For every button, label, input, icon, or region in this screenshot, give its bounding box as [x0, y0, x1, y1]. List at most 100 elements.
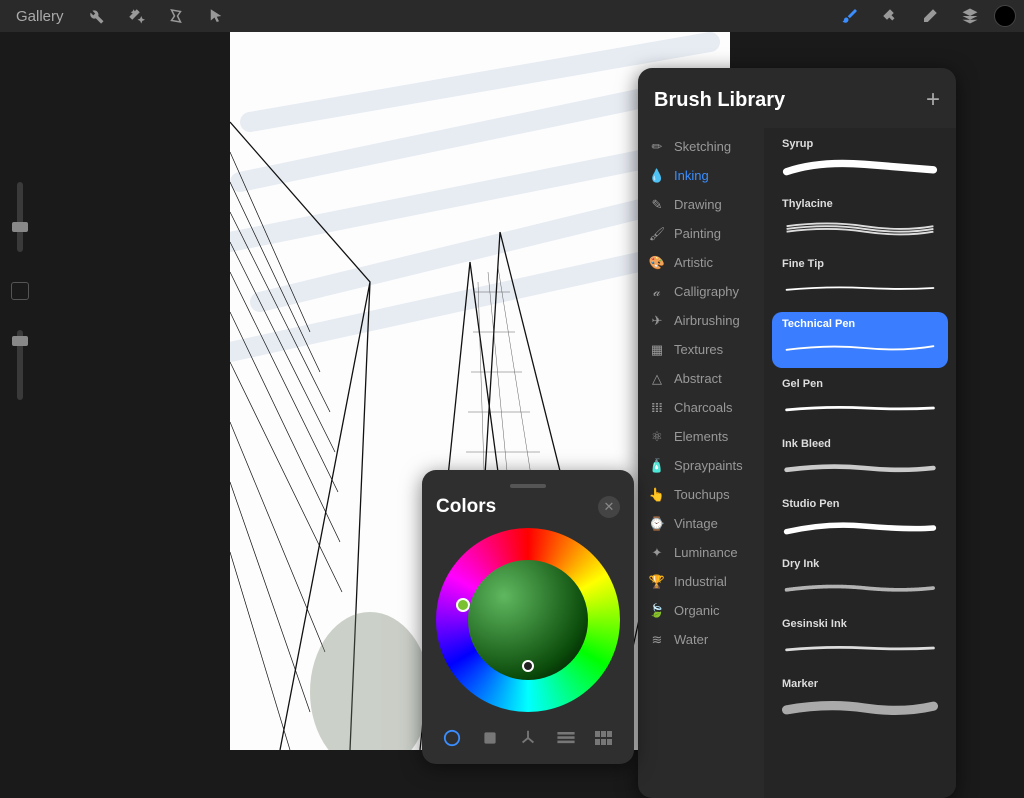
- opacity-slider[interactable]: [17, 330, 23, 400]
- brush-preview: [782, 692, 938, 724]
- brush-list: Syrup Thylacine Fine Tip Technical Pen Gel P…: [764, 128, 956, 798]
- brush-library-title: Brush Library: [654, 89, 785, 112]
- add-brush-icon[interactable]: +: [926, 86, 940, 114]
- brush-icon[interactable]: [834, 2, 866, 30]
- brush-preview: [782, 452, 938, 484]
- category-icon: 👆: [650, 488, 664, 502]
- category-icon: ✦: [650, 546, 664, 560]
- category-item-industrial[interactable]: 🏆Industrial: [638, 567, 764, 596]
- category-item-drawing[interactable]: ✎ Drawing: [638, 190, 764, 219]
- brush-item-fine-tip[interactable]: Fine Tip: [772, 252, 948, 308]
- brush-item-dry-ink[interactable]: Dry Ink: [772, 552, 948, 608]
- category-icon: △: [650, 372, 664, 386]
- brush-preview: [782, 632, 938, 664]
- category-icon: 𝒶: [650, 285, 664, 299]
- palettes-mode-icon[interactable]: [592, 726, 616, 750]
- category-icon: 🏆: [650, 575, 664, 589]
- category-item-elements[interactable]: ⚛Elements: [638, 422, 764, 451]
- color-wheel[interactable]: [436, 528, 620, 712]
- category-item-spraypaints[interactable]: 🧴 Spraypaints: [638, 451, 764, 480]
- brush-category-list: ✏Sketching 💧 Inking ✎ Drawing 🖌 Painting 🎨 Artis…: [638, 128, 764, 798]
- category-label: Inking: [674, 168, 709, 183]
- category-item-abstract[interactable]: △Abstract: [638, 364, 764, 393]
- brush-item-gel-pen[interactable]: Gel Pen: [772, 372, 948, 428]
- category-item-sketching[interactable]: ✏Sketching: [638, 132, 764, 161]
- brush-label: Fine Tip: [782, 258, 938, 270]
- category-label: Painting: [674, 226, 721, 241]
- category-label: Organic: [674, 603, 720, 618]
- category-item-calligraphy[interactable]: 𝒶 Calligraphy: [638, 277, 764, 306]
- brush-preview: [782, 212, 938, 244]
- category-icon: ✎: [650, 198, 664, 212]
- brush-item-ink-bleed[interactable]: Ink Bleed: [772, 432, 948, 488]
- brush-item-thylacine[interactable]: Thylacine: [772, 192, 948, 248]
- brush-label: Marker: [782, 678, 938, 690]
- wrench-icon[interactable]: [80, 2, 112, 30]
- brush-preview: [782, 572, 938, 604]
- category-item-textures[interactable]: ▦Textures: [638, 335, 764, 364]
- brush-label: Gesinski Ink: [782, 618, 938, 630]
- category-label: Artistic: [674, 255, 713, 270]
- category-icon: 🧴: [650, 459, 664, 473]
- gallery-button[interactable]: Gallery: [8, 4, 72, 29]
- category-item-luminance[interactable]: ✦Luminance: [638, 538, 764, 567]
- color-swatch-button[interactable]: [994, 5, 1016, 27]
- category-icon: 🖌: [650, 227, 664, 241]
- category-label: Elements: [674, 429, 728, 444]
- category-item-airbrushing[interactable]: ✈Airbrushing: [638, 306, 764, 335]
- category-item-artistic[interactable]: 🎨 Artistic: [638, 248, 764, 277]
- saturation-disc[interactable]: [468, 560, 588, 680]
- value-mode-icon[interactable]: [554, 726, 578, 750]
- panel-grab-handle[interactable]: [510, 484, 546, 488]
- disc-mode-icon[interactable]: [440, 726, 464, 750]
- harmony-mode-icon[interactable]: [516, 726, 540, 750]
- category-label: Calligraphy: [674, 284, 739, 299]
- brush-label: Syrup: [782, 138, 938, 150]
- category-label: Textures: [674, 342, 723, 357]
- category-item-water[interactable]: ≋ Water: [638, 625, 764, 654]
- category-icon: 🍃: [650, 604, 664, 618]
- brush-item-technical-pen[interactable]: Technical Pen: [772, 312, 948, 368]
- close-icon[interactable]: ✕: [598, 496, 620, 518]
- brush-preview: [782, 152, 938, 184]
- colors-title: Colors: [436, 496, 496, 518]
- eraser-icon[interactable]: [914, 2, 946, 30]
- brush-label: Gel Pen: [782, 378, 938, 390]
- category-icon: ⌚: [650, 517, 664, 531]
- category-item-painting[interactable]: 🖌 Painting: [638, 219, 764, 248]
- category-label: Touchups: [674, 487, 730, 502]
- category-icon: ✈: [650, 314, 664, 328]
- brush-label: Studio Pen: [782, 498, 938, 510]
- category-label: Water: [674, 632, 708, 647]
- cursor-icon[interactable]: [200, 2, 232, 30]
- brush-label: Technical Pen: [782, 318, 938, 330]
- sv-cursor[interactable]: [522, 660, 534, 672]
- smudge-icon[interactable]: [874, 2, 906, 30]
- selection-icon[interactable]: [160, 2, 192, 30]
- category-icon: ≋: [650, 633, 664, 647]
- brush-item-gesinski-ink[interactable]: Gesinski Ink: [772, 612, 948, 668]
- category-label: Spraypaints: [674, 458, 743, 473]
- brush-item-studio-pen[interactable]: Studio Pen: [772, 492, 948, 548]
- brush-preview: [782, 272, 938, 304]
- category-icon: 🎨: [650, 256, 664, 270]
- category-label: Drawing: [674, 197, 722, 212]
- brush-label: Ink Bleed: [782, 438, 938, 450]
- brush-item-marker[interactable]: Marker: [772, 672, 948, 728]
- modifier-button[interactable]: [11, 282, 29, 300]
- colors-panel[interactable]: Colors ✕: [422, 470, 634, 764]
- brush-preview: [782, 512, 938, 544]
- category-item-vintage[interactable]: ⌚Vintage: [638, 509, 764, 538]
- brush-size-slider[interactable]: [17, 182, 23, 252]
- brush-item-syrup[interactable]: Syrup: [772, 132, 948, 188]
- top-toolbar: Gallery: [0, 0, 1024, 32]
- category-label: Charcoals: [674, 400, 733, 415]
- wand-icon[interactable]: [120, 2, 152, 30]
- layers-icon[interactable]: [954, 2, 986, 30]
- category-item-inking[interactable]: 💧 Inking: [638, 161, 764, 190]
- classic-mode-icon[interactable]: [478, 726, 502, 750]
- category-item-touchups[interactable]: 👆 Touchups: [638, 480, 764, 509]
- category-item-organic[interactable]: 🍃 Organic: [638, 596, 764, 625]
- category-item-charcoals[interactable]: 𝍖Charcoals: [638, 393, 764, 422]
- category-icon: 💧: [650, 169, 664, 183]
